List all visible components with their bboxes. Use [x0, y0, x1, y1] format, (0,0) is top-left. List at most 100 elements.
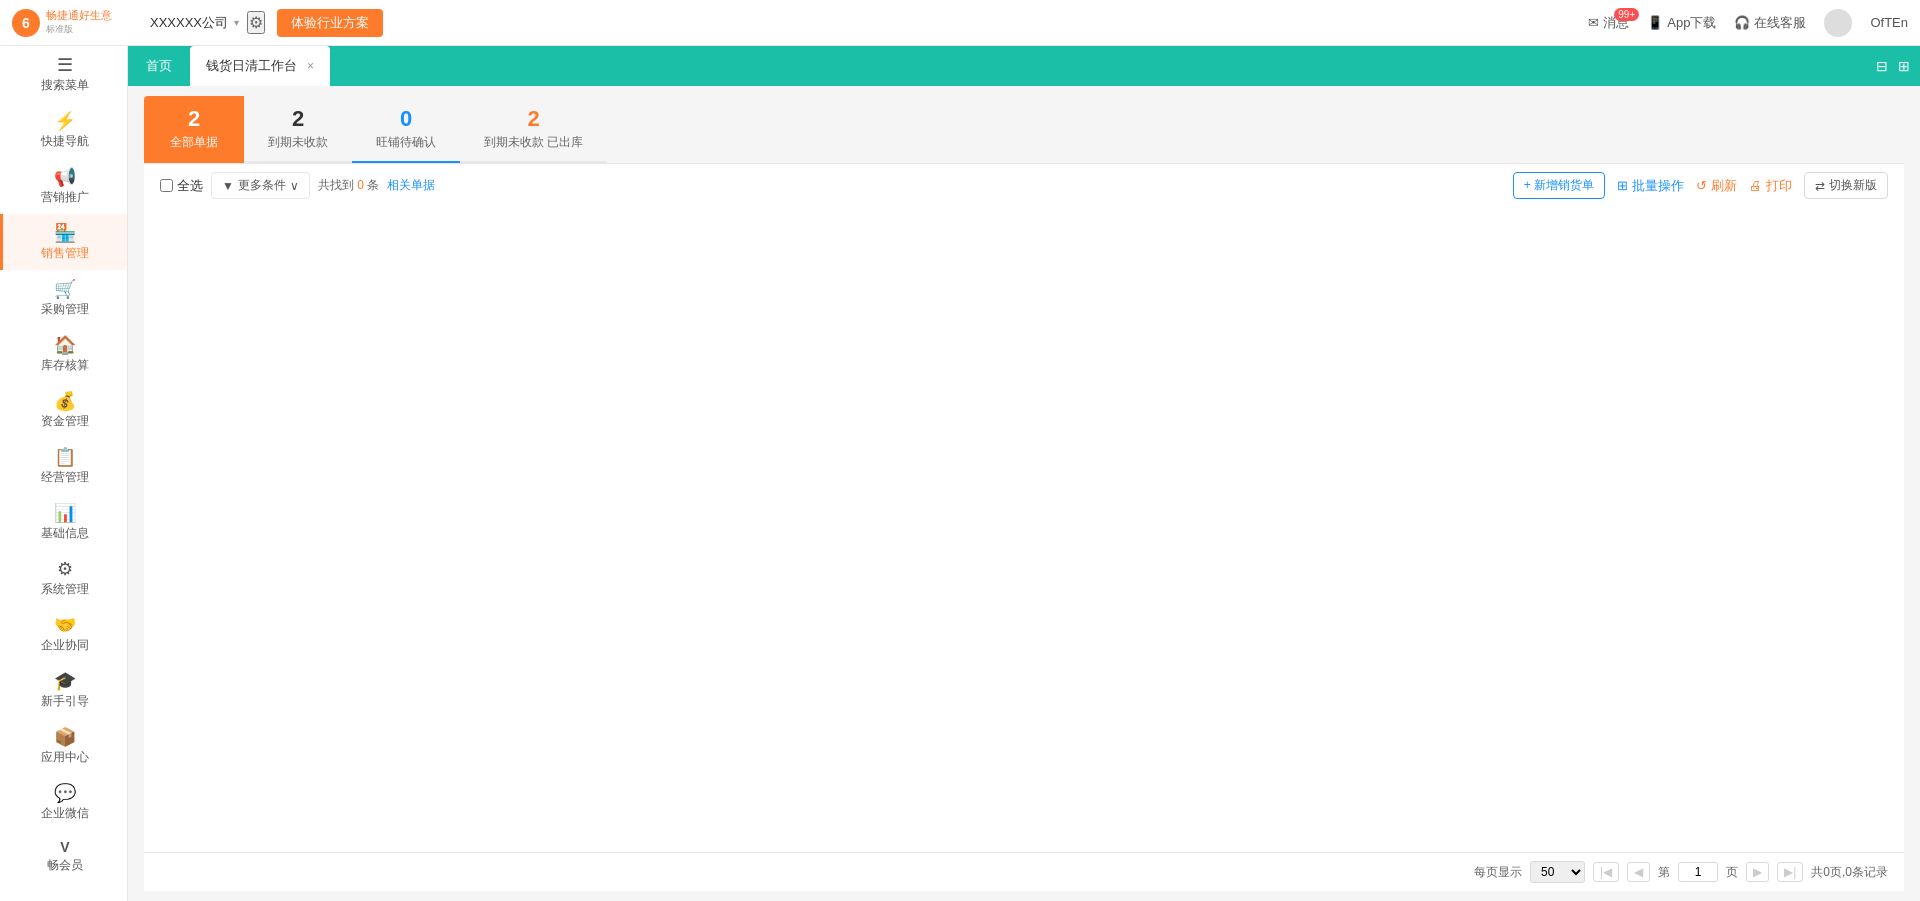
page-content: 2 全部单据 2 到期未收款 0 旺铺待确认 2 到期未收款 已出库 — [128, 86, 1920, 901]
stat-label-all: 全部单据 — [170, 134, 218, 151]
sidebar-item-operation[interactable]: 📋 经营管理 — [0, 438, 127, 494]
stat-label-overdue: 到期未收款 — [268, 134, 328, 151]
filter-icon: ▼ — [222, 179, 234, 193]
stat-num-overdue: 2 — [292, 106, 304, 132]
sidebar-item-capital[interactable]: 💰 资金管理 — [0, 382, 127, 438]
guide-icon: 🎓 — [54, 672, 76, 690]
stat-label-overdue-out: 到期未收款 已出库 — [484, 134, 583, 151]
sidebar-item-app-center[interactable]: 📦 应用中心 — [0, 718, 127, 774]
sidebar-item-marketing[interactable]: 📢 营销推广 — [0, 158, 127, 214]
select-all-input[interactable] — [160, 179, 173, 192]
toolbar: 全选 ▼ 更多条件 ∨ 共找到 0 条 相关单据 + 新增销货单 — [144, 163, 1904, 207]
tab-qianghuo[interactable]: 钱货日清工作台 × — [190, 46, 330, 86]
sidebar-label-app-center: 应用中心 — [41, 749, 89, 766]
page-input[interactable] — [1678, 862, 1718, 882]
logo-area: 6 畅捷通好生意 标准版 — [12, 9, 140, 37]
page-next-button[interactable]: ▶ — [1746, 862, 1769, 882]
trial-button[interactable]: 体验行业方案 — [277, 9, 383, 37]
stats-tabs-container: 2 全部单据 2 到期未收款 0 旺铺待确认 2 到期未收款 已出库 — [128, 86, 1920, 163]
main-layout: ☰ 搜索菜单 ⚡ 快捷导航 📢 营销推广 🏪 销售管理 🛒 采购管理 🏠 库存核… — [0, 46, 1920, 901]
stat-tab-all[interactable]: 2 全部单据 — [144, 96, 244, 163]
online-service-label: 在线客服 — [1754, 14, 1806, 32]
stat-label-pending: 旺铺待确认 — [376, 134, 436, 151]
sidebar-item-inventory[interactable]: 🏠 库存核算 — [0, 326, 127, 382]
maximize-icon[interactable]: ⊞ — [1898, 58, 1910, 74]
page-first-button[interactable]: |◀ — [1593, 862, 1619, 882]
sales-icon: 🏪 — [54, 224, 76, 242]
capital-icon: 💰 — [54, 392, 76, 410]
sidebar-item-guide[interactable]: 🎓 新手引导 — [0, 662, 127, 718]
search-menu-icon: ☰ — [57, 56, 73, 74]
per-page-select[interactable]: 50 100 200 — [1530, 861, 1585, 883]
select-all-checkbox[interactable]: 全选 — [160, 177, 203, 195]
online-service-button[interactable]: 🎧 在线客服 — [1734, 14, 1806, 32]
tab-home[interactable]: 首页 — [128, 46, 190, 86]
company-selector[interactable]: XXXXXX公司 ▾ — [150, 14, 239, 32]
sidebar-label-operation: 经营管理 — [41, 469, 89, 486]
filter-button[interactable]: ▼ 更多条件 ∨ — [211, 172, 310, 199]
found-text: 共找到 0 条 — [318, 177, 379, 194]
enterprise-icon: 🤝 — [54, 616, 76, 634]
page-total: 共0页,0条记录 — [1811, 864, 1888, 881]
stat-num-pending: 0 — [400, 106, 412, 132]
member-icon: V — [60, 840, 69, 854]
app-download-button[interactable]: 📱 App下载 — [1647, 14, 1716, 32]
stat-tab-overdue-out[interactable]: 2 到期未收款 已出库 — [460, 96, 607, 163]
sidebar-item-enterprise[interactable]: 🤝 企业协同 — [0, 606, 127, 662]
toolbar-left: 全选 ▼ 更多条件 ∨ 共找到 0 条 相关单据 — [160, 172, 1505, 199]
batch-icon: ⊞ — [1617, 178, 1628, 193]
sidebar-item-sales[interactable]: 🏪 销售管理 — [0, 214, 127, 270]
settings-button[interactable]: ⚙ — [247, 11, 265, 34]
logo-sub: 标准版 — [46, 23, 112, 36]
sidebar-item-wechat[interactable]: 💬 企业微信 — [0, 774, 127, 830]
message-button[interactable]: ✉ 消息 99+ — [1588, 14, 1629, 32]
sidebar-label-wechat: 企业微信 — [41, 805, 89, 822]
stat-num-overdue-out: 2 — [528, 106, 540, 132]
sidebar-label-capital: 资金管理 — [41, 413, 89, 430]
avatar — [1824, 9, 1852, 37]
page-prev-button[interactable]: ◀ — [1627, 862, 1650, 882]
refresh-label: 刷新 — [1711, 177, 1737, 195]
stat-tab-pending[interactable]: 0 旺铺待确认 — [352, 96, 460, 163]
sidebar-item-system[interactable]: ⚙ 系统管理 — [0, 550, 127, 606]
minimize-icon[interactable]: ⊟ — [1876, 58, 1888, 74]
print-label: 打印 — [1766, 177, 1792, 195]
sidebar-item-member[interactable]: V 畅会员 — [0, 830, 127, 882]
sidebar-item-purchase[interactable]: 🛒 采购管理 — [0, 270, 127, 326]
sidebar-label-enterprise: 企业协同 — [41, 637, 89, 654]
add-sales-order-button[interactable]: + 新增销货单 — [1513, 172, 1605, 199]
found-unit: 条 — [367, 178, 379, 192]
filter-chevron-icon: ∨ — [290, 179, 299, 193]
sidebar-label-purchase: 采购管理 — [41, 301, 89, 318]
message-icon: ✉ — [1588, 15, 1599, 30]
refresh-button[interactable]: ↺ 刷新 — [1696, 177, 1737, 195]
sidebar-label-inventory: 库存核算 — [41, 357, 89, 374]
found-count: 0 — [357, 178, 364, 192]
sidebar-item-search-menu[interactable]: ☰ 搜索菜单 — [0, 46, 127, 102]
header-right: ✉ 消息 99+ 📱 App下载 🎧 在线客服 OfTEn — [1588, 9, 1908, 37]
quick-nav-icon: ⚡ — [54, 112, 76, 130]
per-page-label: 每页显示 — [1474, 864, 1522, 881]
logo-text: 畅捷通好生意 — [46, 9, 112, 22]
sidebar-item-basic-info[interactable]: 📊 基础信息 — [0, 494, 127, 550]
sidebar-label-sales: 销售管理 — [41, 245, 89, 262]
toolbar-right: + 新增销货单 ⊞ 批量操作 ↺ 刷新 🖨 打印 ⇄ — [1513, 172, 1888, 199]
tab-close-icon[interactable]: × — [307, 59, 314, 73]
found-prefix: 共找到 — [318, 178, 354, 192]
sidebar-item-quick-nav[interactable]: ⚡ 快捷导航 — [0, 102, 127, 158]
table-area — [144, 207, 1904, 852]
sidebar-label-basic-info: 基础信息 — [41, 525, 89, 542]
batch-action-button[interactable]: ⊞ 批量操作 — [1617, 177, 1684, 195]
message-badge: 99+ — [1614, 8, 1639, 21]
tab-bar-actions: ⊟ ⊞ — [1876, 58, 1920, 74]
sidebar-label-marketing: 营销推广 — [41, 189, 89, 206]
stat-tab-overdue[interactable]: 2 到期未收款 — [244, 96, 352, 163]
switch-label: 切换新版 — [1829, 177, 1877, 194]
sidebar-label-quick-nav: 快捷导航 — [41, 133, 89, 150]
related-orders-link[interactable]: 相关单据 — [387, 177, 435, 194]
print-button[interactable]: 🖨 打印 — [1749, 177, 1792, 195]
content-area: 首页 钱货日清工作台 × ⊟ ⊞ 2 全部单据 2 到期未收款 — [128, 46, 1920, 901]
switch-new-version-button[interactable]: ⇄ 切换新版 — [1804, 172, 1888, 199]
top-header: 6 畅捷通好生意 标准版 XXXXXX公司 ▾ ⚙ 体验行业方案 ✉ 消息 99… — [0, 0, 1920, 46]
page-last-button[interactable]: ▶| — [1777, 862, 1803, 882]
